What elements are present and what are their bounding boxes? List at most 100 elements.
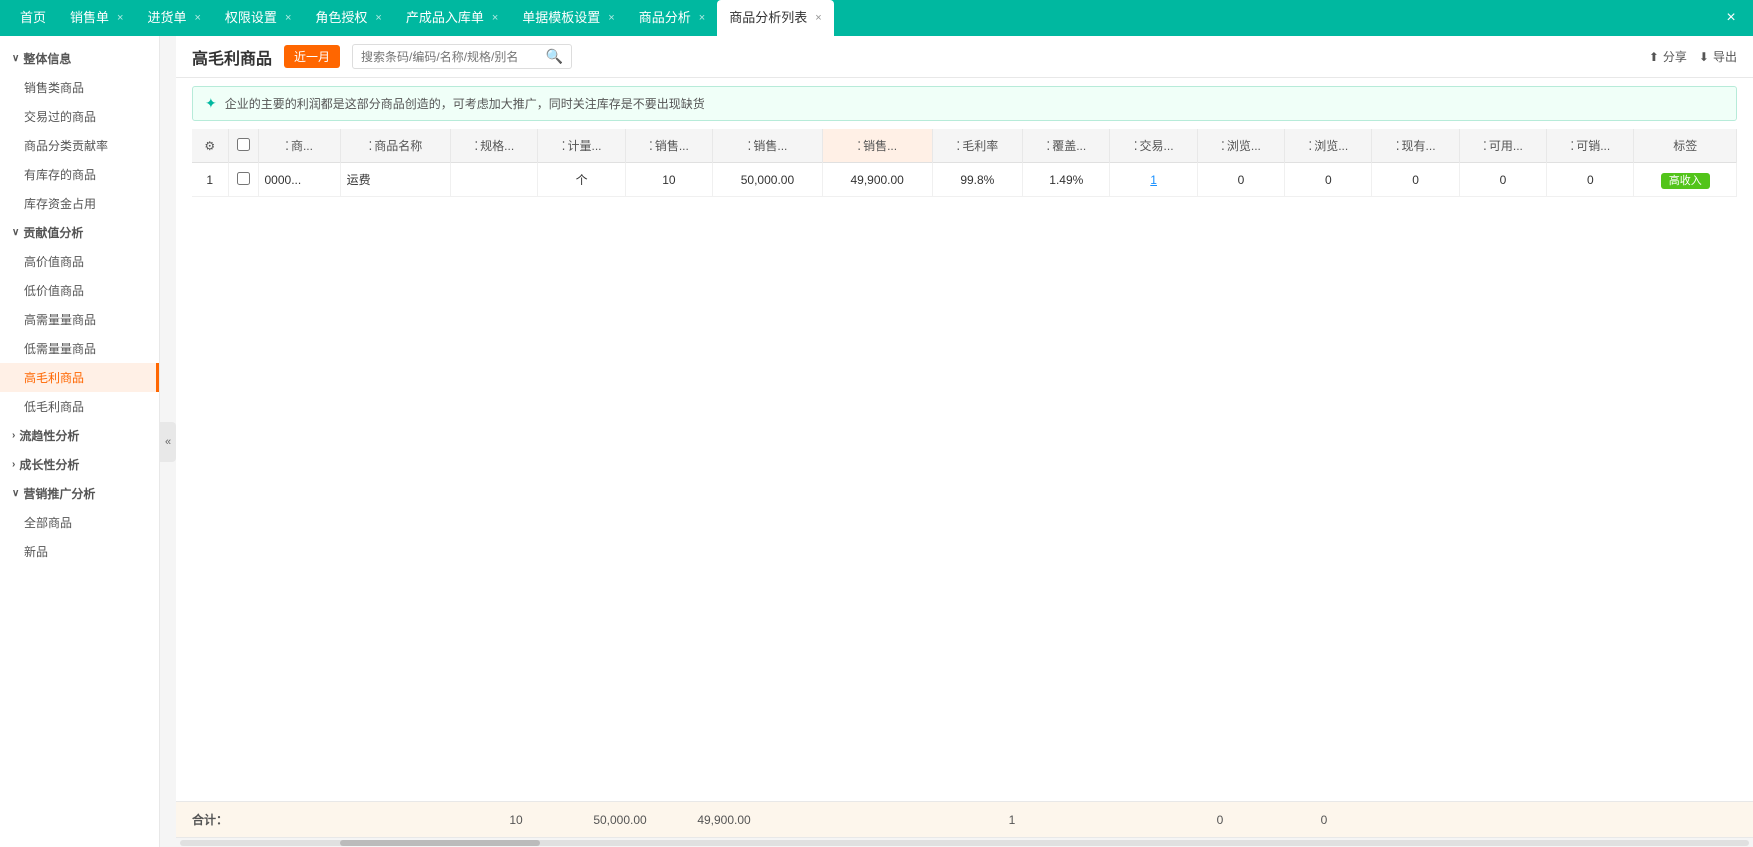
- sidebar-item-low-value[interactable]: 低价值商品: [0, 276, 159, 305]
- col-settings[interactable]: ⚙: [192, 129, 228, 163]
- cell-browse2: 0: [1285, 163, 1372, 197]
- nav-roles[interactable]: 角色授权 ×: [303, 0, 393, 36]
- col-sales-qty[interactable]: ⁚ 销售...: [625, 129, 712, 163]
- cell-sales-qty: 10: [625, 163, 712, 197]
- nav-purchase-close[interactable]: ×: [194, 0, 200, 36]
- col-name[interactable]: ⁚ 商品名称: [340, 129, 450, 163]
- nav-analysis-list[interactable]: 商品分析列表 ×: [717, 0, 833, 36]
- bottom-scrollbar[interactable]: [176, 837, 1753, 847]
- info-text: 企业的主要的利润都是这部分商品创造的，可考虑加大推广，同时关注库存是不要出现缺货: [225, 95, 705, 112]
- sidebar-item-low-margin[interactable]: 低毛利商品: [0, 392, 159, 421]
- col-unit[interactable]: ⁚ 计量...: [538, 129, 625, 163]
- table-header: ⚙ ⁚ 商... ⁚: [192, 129, 1737, 163]
- settings-icon[interactable]: ⚙: [204, 139, 215, 153]
- cell-sales-profit: 49,900.00: [822, 163, 932, 197]
- value-analysis-arrow: ∨: [12, 227, 19, 238]
- col-transaction[interactable]: ⁚ 交易...: [1110, 129, 1197, 163]
- table-row: 1 0000... 运费 个 10 50,000.00 49,900.00 99…: [192, 163, 1737, 197]
- content-header: 高毛利商品 近一月 🔍 ⬆ 分享 ⬇ 导出: [176, 36, 1753, 78]
- cell-transaction[interactable]: 1: [1110, 163, 1197, 197]
- trend-analysis-arrow: ›: [12, 430, 15, 441]
- nav-warehouse[interactable]: 产成品入库单 ×: [394, 0, 510, 36]
- sidebar-item-traded-goods[interactable]: 交易过的商品: [0, 102, 159, 131]
- nav-analysis-list-close[interactable]: ×: [815, 0, 821, 36]
- nav-warehouse-close[interactable]: ×: [492, 0, 498, 36]
- sidebar-item-goods-contribution[interactable]: 商品分类贡献率: [0, 131, 159, 160]
- cell-available-stock: 0: [1459, 163, 1546, 197]
- nav-purchase[interactable]: 进货单 ×: [135, 0, 212, 36]
- sidebar-wrapper: ∨ 整体信息 销售类商品 交易过的商品 商品分类贡献率 有库存的商品 库存资金占…: [0, 36, 176, 847]
- sidebar-group-general-info[interactable]: ∨ 整体信息: [0, 44, 159, 73]
- content-area: 高毛利商品 近一月 🔍 ⬆ 分享 ⬇ 导出 ✦ 企业的主要的利润都是这部分商品创…: [176, 36, 1753, 847]
- footer-available-stock: 0: [1284, 813, 1364, 827]
- nav-permissions[interactable]: 权限设置 ×: [213, 0, 303, 36]
- col-available-stock[interactable]: ⁚ 可用...: [1459, 129, 1546, 163]
- row-checkbox[interactable]: [237, 172, 250, 185]
- col-saleable[interactable]: ⁚ 可销...: [1547, 129, 1634, 163]
- cell-tag: 高收入: [1634, 163, 1737, 197]
- sidebar-item-sales-goods[interactable]: 销售类商品: [0, 73, 159, 102]
- sidebar-collapse-button[interactable]: «: [160, 422, 176, 462]
- cell-browse1: 0: [1197, 163, 1284, 197]
- col-checkbox[interactable]: [228, 129, 258, 163]
- select-all-checkbox[interactable]: [237, 138, 250, 151]
- period-button[interactable]: 近一月: [284, 45, 340, 68]
- nav-template[interactable]: 单据模板设置 ×: [510, 0, 626, 36]
- search-icon[interactable]: 🔍: [546, 48, 563, 65]
- cell-checkbox[interactable]: [228, 163, 258, 197]
- col-spec[interactable]: ⁚ 规格...: [451, 129, 538, 163]
- nav-roles-close[interactable]: ×: [375, 0, 381, 36]
- data-table: ⚙ ⁚ 商... ⁚: [192, 129, 1737, 197]
- nav-permissions-close[interactable]: ×: [285, 0, 291, 36]
- col-current-stock[interactable]: ⁚ 现有...: [1372, 129, 1459, 163]
- top-navigation: 首页 销售单 × 进货单 × 权限设置 × 角色授权 × 产成品入库单 × 单据…: [0, 0, 1753, 36]
- col-browse1[interactable]: ⁚ 浏览...: [1197, 129, 1284, 163]
- sidebar-item-in-stock-goods[interactable]: 有库存的商品: [0, 160, 159, 189]
- share-button[interactable]: ⬆ 分享: [1649, 48, 1687, 65]
- export-icon: ⬇: [1699, 50, 1709, 64]
- export-button[interactable]: ⬇ 导出: [1699, 48, 1737, 65]
- search-input[interactable]: [361, 50, 540, 64]
- nav-template-close[interactable]: ×: [608, 0, 614, 36]
- nav-home[interactable]: 首页: [8, 0, 58, 36]
- info-icon: ✦: [205, 95, 217, 112]
- table-container: ⚙ ⁚ 商... ⁚: [176, 129, 1753, 801]
- col-sales-profit[interactable]: ⁚ 销售...: [822, 129, 932, 163]
- col-code[interactable]: ⁚ 商...: [258, 129, 340, 163]
- nav-analysis-close[interactable]: ×: [699, 0, 705, 36]
- sidebar-item-high-demand[interactable]: 高需量量商品: [0, 305, 159, 334]
- col-gross-margin[interactable]: ⁚ 毛利率: [932, 129, 1023, 163]
- col-tag[interactable]: 标签: [1634, 129, 1737, 163]
- nav-sales-close[interactable]: ×: [117, 0, 123, 36]
- sidebar-item-new-goods[interactable]: 新品: [0, 537, 159, 566]
- cell-current-stock: 0: [1372, 163, 1459, 197]
- window-close-button[interactable]: ×: [1717, 4, 1745, 32]
- nav-analysis[interactable]: 商品分析 ×: [627, 0, 717, 36]
- sidebar-item-high-value[interactable]: 高价值商品: [0, 247, 159, 276]
- cell-code: 0000...: [258, 163, 340, 197]
- col-sales-amount[interactable]: ⁚ 销售...: [713, 129, 823, 163]
- footer-label: 合计：: [192, 811, 228, 828]
- scroll-thumb[interactable]: [340, 840, 540, 846]
- search-box: 🔍: [352, 44, 572, 69]
- footer-sales-profit: 49,900.00: [684, 813, 764, 827]
- sidebar-item-capital-occupation[interactable]: 库存资金占用: [0, 189, 159, 218]
- scroll-track: [180, 840, 1749, 846]
- footer-transaction: 1: [972, 813, 1052, 827]
- col-coverage[interactable]: ⁚ 覆盖...: [1023, 129, 1110, 163]
- cell-unit: 个: [538, 163, 625, 197]
- share-icon: ⬆: [1649, 50, 1659, 64]
- info-bar: ✦ 企业的主要的利润都是这部分商品创造的，可考虑加大推广，同时关注库存是不要出现…: [192, 86, 1737, 121]
- sidebar-item-low-demand[interactable]: 低需量量商品: [0, 334, 159, 363]
- footer-sales-amount: 50,000.00: [580, 813, 660, 827]
- footer-bar: 合计： 10 50,000.00 49,900.00 1 0 0: [176, 801, 1753, 837]
- sidebar-group-trend-analysis[interactable]: › 流趋性分析: [0, 421, 159, 450]
- sidebar-group-value-analysis[interactable]: ∨ 贡献值分析: [0, 218, 159, 247]
- sidebar-group-growth-analysis[interactable]: › 成长性分析: [0, 450, 159, 479]
- col-browse2[interactable]: ⁚ 浏览...: [1285, 129, 1372, 163]
- sidebar-item-all-goods[interactable]: 全部商品: [0, 508, 159, 537]
- sidebar-group-marketing-analysis[interactable]: ∨ 营销推广分析: [0, 479, 159, 508]
- sidebar: ∨ 整体信息 销售类商品 交易过的商品 商品分类贡献率 有库存的商品 库存资金占…: [0, 36, 160, 847]
- nav-sales[interactable]: 销售单 ×: [58, 0, 135, 36]
- sidebar-item-high-margin[interactable]: 高毛利商品: [0, 363, 159, 392]
